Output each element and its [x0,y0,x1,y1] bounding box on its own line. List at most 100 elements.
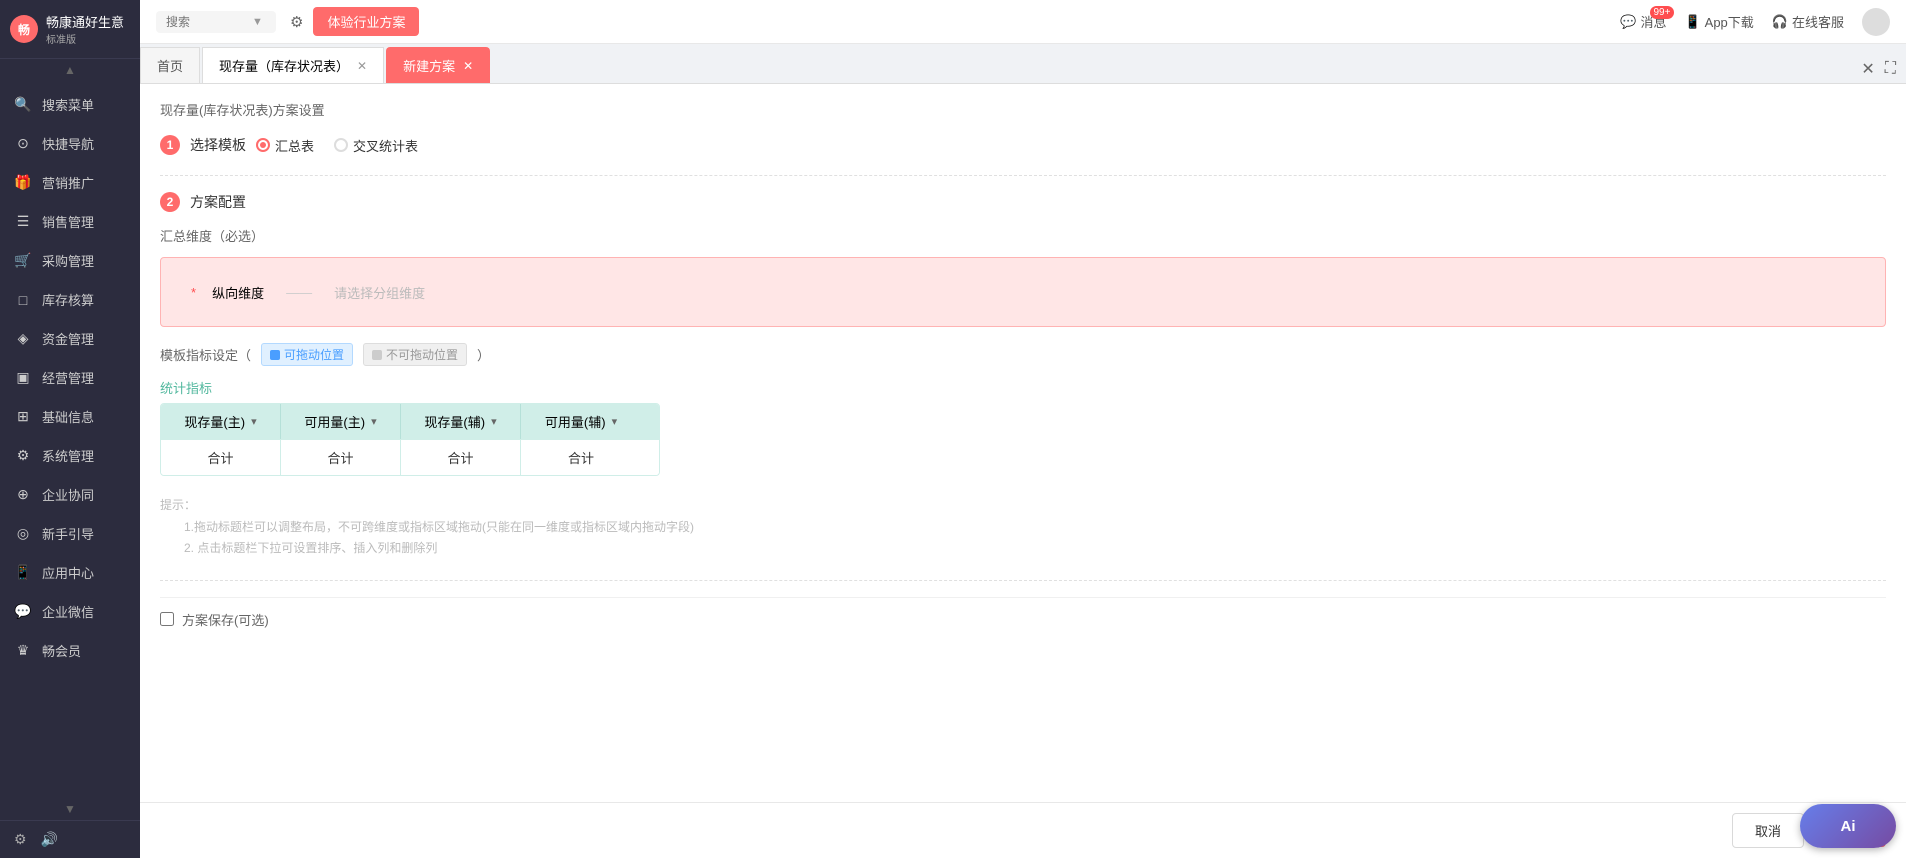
page-title: 现存量(库存状况表)方案设置 [160,100,1886,119]
topbar: ▼ ⚙ 体验行业方案 💬 消息 99+ 📱 App下载 🎧 在线客服 [140,0,1906,44]
user-avatar[interactable] [1862,8,1890,36]
sidebar-item-inventory[interactable]: □ 库存核算 [0,280,140,319]
template-radio-group: 汇总表 交叉统计表 [256,136,418,155]
tab-home[interactable]: 首页 [140,47,200,83]
sidebar-item-sales[interactable]: ☰ 销售管理 [0,202,140,241]
online-service-button[interactable]: 🎧 在线客服 [1772,12,1844,31]
radio-summary-label: 汇总表 [275,136,314,155]
sidebar-item-finance[interactable]: ◈ 资金管理 [0,319,140,358]
industry-solution-button[interactable]: 体验行业方案 [313,7,419,36]
sidebar-item-label: 采购管理 [42,251,94,270]
sidebar-item-quick-nav[interactable]: ⊙ 快捷导航 [0,124,140,163]
indicator-settings-label: 模板指标设定（ 可拖动位置 不可拖动位置 ） [160,343,1886,366]
sidebar-footer: ⚙ 🔊 [0,820,140,858]
sidebar-item-new-guide[interactable]: ◎ 新手引导 [0,514,140,553]
radio-summary[interactable]: 汇总表 [256,136,314,155]
stats-col-2-header[interactable]: 可用量(主) ▾ [281,404,401,439]
tab-home-label: 首页 [157,56,183,75]
dimension-config-box: * 纵向维度 —— 请选择分组维度 [160,257,1886,327]
settings-icon[interactable]: ⚙ [14,831,27,848]
tip-2: 2. 点击标题栏下拉可设置排序、插入列和删除列 [160,538,1886,560]
ai-float-button[interactable]: Ai [1800,804,1896,848]
stats-header-row: 现存量(主) ▾ 可用量(主) ▾ 现存量(辅) ▾ [161,404,659,439]
tab-expand-icon[interactable]: ⛶ [1885,60,1896,78]
member-icon: ♛ [14,642,32,659]
home-icon: ⊙ [14,135,32,152]
stats-section: 统计指标 现存量(主) ▾ 可用量(主) ▾ [160,378,1886,479]
indicator-label-text: 模板指标设定（ [160,345,251,364]
bottom-divider [160,580,1886,581]
topbar-right: 💬 消息 99+ 📱 App下载 🎧 在线客服 [1620,8,1890,36]
dimension-placeholder: 请选择分组维度 [334,283,425,302]
step1-number: 1 [160,135,180,155]
settings-gear-icon[interactable]: ⚙ [290,13,303,31]
col-2-label: 可用量(主) [304,412,365,431]
guide-icon: ◎ [14,525,32,542]
stats-data-col-2: 合计 [281,440,401,475]
tab-close-window-icon[interactable]: ✕ [1861,59,1874,79]
topbar-search-box[interactable]: ▼ [156,11,276,33]
tab-inventory-close-icon[interactable]: ✕ [357,59,367,73]
ai-label: Ai [1841,818,1856,835]
radio-summary-dot [256,138,270,152]
sidebar-item-label: 畅会员 [42,641,81,660]
indicator-close: ） [477,345,490,364]
sidebar-item-label: 销售管理 [42,212,94,231]
col-2-chevron-icon[interactable]: ▾ [371,415,377,428]
gift-icon: 🎁 [14,174,32,191]
sidebar-item-label: 经营管理 [42,368,94,387]
step2-number: 2 [160,192,180,212]
stats-data-row: 合计 合计 合计 合计 [161,439,659,475]
col-1-chevron-icon[interactable]: ▾ [251,415,257,428]
sidebar-item-marketing[interactable]: 🎁 营销推广 [0,163,140,202]
sidebar-item-basic-info[interactable]: ⊞ 基础信息 [0,397,140,436]
movable-tag-dot [270,350,280,360]
sidebar-item-cooperation[interactable]: ⊕ 企业协同 [0,475,140,514]
sidebar-logo: 畅 畅康通好生意 标准版 [0,0,140,59]
sidebar-item-operations[interactable]: ▣ 经营管理 [0,358,140,397]
sidebar-item-wechat[interactable]: 💬 企业微信 [0,592,140,631]
sidebar-item-label: 系统管理 [42,446,94,465]
movable-tag-label: 可拖动位置 [284,346,344,363]
purchase-icon: 🛒 [14,252,32,269]
tab-inventory-status[interactable]: 现存量（库存状况表） ✕ [202,47,384,83]
app-download-button[interactable]: 📱 App下载 [1684,12,1753,31]
sidebar-item-label: 营销推广 [42,173,94,192]
tab-inventory-label: 现存量（库存状况表） [219,56,349,75]
sidebar-item-label: 资金管理 [42,329,94,348]
sales-icon: ☰ [14,213,32,230]
sidebar-item-system[interactable]: ⚙ 系统管理 [0,436,140,475]
tab-new-scheme-close-icon[interactable]: ✕ [463,59,473,73]
scheme-settings-panel: 现存量(库存状况表)方案设置 1 选择模板 汇总表 交叉统计表 [140,84,1906,657]
tab-new-scheme[interactable]: 新建方案 ✕ [386,47,490,83]
sidebar-item-purchase[interactable]: 🛒 采购管理 [0,241,140,280]
radio-cross[interactable]: 交叉统计表 [334,136,418,155]
col-4-chevron-icon[interactable]: ▾ [612,415,618,428]
message-icon: 💬 [1620,14,1636,30]
tips-prefix: 提示： [160,498,196,512]
stats-col-3-header[interactable]: 现存量(辅) ▾ [401,404,521,439]
stats-data-col-1: 合计 [161,440,281,475]
sidebar-item-label: 应用中心 [42,563,94,582]
sidebar-item-search-menu[interactable]: 🔍 搜索菜单 [0,85,140,124]
logo-badge: 标准版 [46,31,124,46]
audio-icon[interactable]: 🔊 [41,831,58,848]
search-input[interactable] [166,15,246,29]
stats-col-4-header[interactable]: 可用量(辅) ▾ [521,404,641,439]
save-checkbox[interactable] [160,612,174,626]
messages-button[interactable]: 💬 消息 99+ [1620,12,1666,31]
stats-col-1-header[interactable]: 现存量(主) ▾ [161,404,281,439]
sidebar-item-app-center[interactable]: 📱 应用中心 [0,553,140,592]
cancel-button[interactable]: 取消 [1732,813,1804,848]
dimension-separator: —— [286,285,312,300]
phone-icon: 📱 [1684,14,1700,30]
sidebar-item-label: 搜索菜单 [42,95,94,114]
stats-title: 统计指标 [160,378,1886,397]
basic-info-icon: ⊞ [14,408,32,425]
sidebar-item-member[interactable]: ♛ 畅会员 [0,631,140,670]
sidebar-item-label: 新手引导 [42,524,94,543]
col-3-chevron-icon[interactable]: ▾ [491,415,497,428]
online-service-label: 在线客服 [1792,12,1844,31]
step2-header: 2 方案配置 [160,192,1886,212]
step1-title: 选择模板 [190,135,246,155]
